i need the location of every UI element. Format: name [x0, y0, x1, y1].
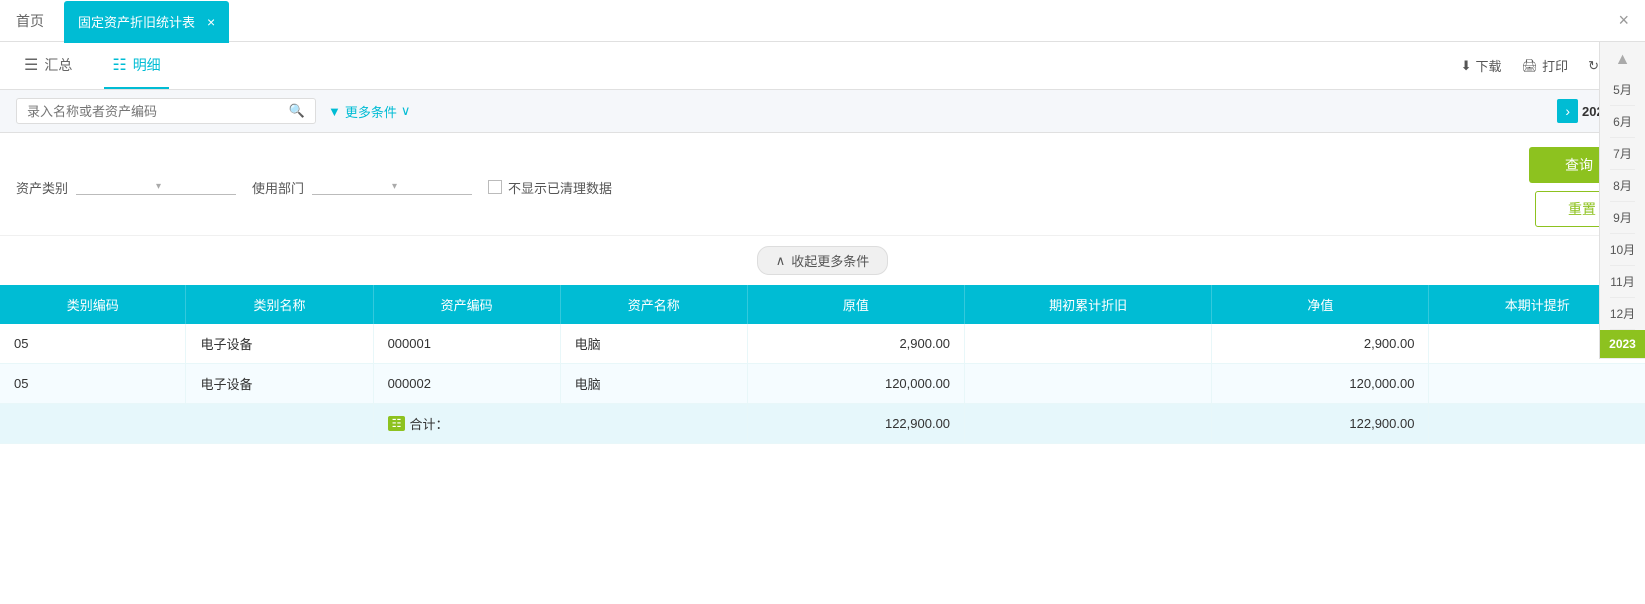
hide-cleared-checkbox[interactable]	[488, 180, 502, 194]
total-original-value: 122,900.00	[747, 404, 964, 444]
col-accumulated-depreciation: 期初累计折旧	[965, 285, 1212, 324]
date-arrow-button[interactable]: ›	[1557, 99, 1578, 123]
cell-category-code: 05	[0, 364, 186, 404]
col-net-value: 净值	[1212, 285, 1429, 324]
right-sidebar: ▲ 5月6月7月8月9月10月11月12月 2023	[1599, 42, 1645, 359]
collapse-icon: ∧	[776, 253, 786, 269]
table-body: 05 电子设备 000001 电脑 2,900.00 2,900.00 05 电…	[0, 324, 1645, 444]
search-bar: 🔍 ▼ 更多条件 ∨ › 2023.01	[0, 90, 1645, 133]
chevron-down-icon: ∨	[401, 103, 411, 119]
col-category-code: 类别编码	[0, 285, 186, 324]
total-row: ☷ 合计： 122,900.00 122,900.00	[0, 404, 1645, 444]
close-all-button[interactable]: ×	[1618, 10, 1629, 31]
cell-asset-code: 000001	[373, 324, 560, 364]
scroll-up-button[interactable]: ▲	[1600, 46, 1645, 74]
cell-original-value: 2,900.00	[747, 324, 964, 364]
collapse-label: 收起更多条件	[791, 251, 869, 270]
cell-original-value: 120,000.00	[747, 364, 964, 404]
total-accumulated-depreciation	[965, 404, 1212, 444]
active-tab-label: 固定资产折旧统计表	[78, 12, 195, 31]
cell-net-value: 120,000.00	[1212, 364, 1429, 404]
cell-net-value: 2,900.00	[1212, 324, 1429, 364]
nav-home[interactable]: 首页	[16, 11, 44, 31]
month-item[interactable]: 12月	[1610, 298, 1635, 330]
cell-category-name: 电子设备	[186, 364, 373, 404]
month-item[interactable]: 5月	[1610, 74, 1635, 106]
asset-category-select[interactable]: ▾	[76, 179, 236, 195]
download-button[interactable]: ⬇ 下载	[1461, 56, 1502, 75]
col-original-value: 原值	[747, 285, 964, 324]
col-category-name: 类别名称	[186, 285, 373, 324]
total-icon-cell	[0, 404, 373, 444]
cell-accumulated-depreciation	[965, 364, 1212, 404]
cell-category-code: 05	[0, 324, 186, 364]
tab-detail[interactable]: ☷ 明细	[104, 42, 168, 89]
search-icon: 🔍	[289, 103, 305, 119]
month-item[interactable]: 7月	[1610, 138, 1635, 170]
collapse-button[interactable]: ∧ 收起更多条件	[757, 246, 889, 275]
department-label: 使用部门	[252, 178, 304, 197]
filter-department: 使用部门 ▾	[252, 178, 472, 197]
cell-asset-name: 电脑	[560, 324, 747, 364]
more-conditions-button[interactable]: ▼ 更多条件 ∨	[328, 102, 410, 121]
print-label: 打印	[1542, 56, 1568, 75]
month-item[interactable]: 8月	[1610, 170, 1635, 202]
tab-summary-label: 汇总	[44, 55, 72, 75]
month-item[interactable]: 10月	[1610, 234, 1635, 266]
top-nav: 首页 固定资产折旧统计表 × ×	[0, 0, 1645, 42]
print-icon: 🖨	[1522, 58, 1539, 74]
search-input-wrap: 🔍	[16, 98, 316, 124]
cell-asset-name: 电脑	[560, 364, 747, 404]
download-icon: ⬇	[1461, 58, 1472, 74]
col-asset-code: 资产编码	[373, 285, 560, 324]
summary-icon: ☰	[24, 55, 38, 75]
asset-category-arrow-icon: ▾	[156, 181, 232, 192]
more-conditions-label: 更多条件	[345, 102, 397, 121]
filter-asset-category: 资产类别 ▾	[16, 178, 236, 197]
month-list: 5月6月7月8月9月10月11月12月	[1610, 74, 1635, 330]
hide-cleared-label: 不显示已清理数据	[508, 178, 612, 197]
department-arrow-icon: ▾	[392, 181, 468, 192]
total-label-cell: ☷ 合计：	[373, 404, 747, 444]
download-label: 下载	[1476, 56, 1502, 75]
month-item[interactable]: 6月	[1610, 106, 1635, 138]
search-input[interactable]	[27, 104, 283, 119]
sub-tabs: ☰ 汇总 ☷ 明细 ⬇ 下载 🖨 打印	[0, 42, 1645, 90]
content-area: ☰ 汇总 ☷ 明细 ⬇ 下载 🖨 打印	[0, 42, 1645, 604]
cell-category-name: 电子设备	[186, 324, 373, 364]
month-item[interactable]: 9月	[1610, 202, 1635, 234]
cell-current-depreciation	[1429, 364, 1645, 404]
print-button[interactable]: 🖨 打印	[1522, 56, 1569, 75]
year-badge[interactable]: 2023	[1600, 330, 1645, 359]
filter-area: 资产类别 ▾ 使用部门 ▾	[0, 133, 1645, 236]
total-badge: ☷	[388, 416, 406, 431]
department-select[interactable]: ▾	[312, 179, 472, 195]
layout: ☰ 汇总 ☷ 明细 ⬇ 下载 🖨 打印	[0, 42, 1645, 604]
cell-accumulated-depreciation	[965, 324, 1212, 364]
tab-summary[interactable]: ☰ 汇总	[16, 42, 80, 89]
table-row: 05 电子设备 000002 电脑 120,000.00 120,000.00	[0, 364, 1645, 404]
close-tab-button[interactable]: ×	[207, 14, 215, 30]
hide-cleared-field: 不显示已清理数据	[488, 178, 612, 197]
tab-detail-label: 明细	[133, 55, 161, 75]
cell-asset-code: 000002	[373, 364, 560, 404]
table-header-row: 类别编码 类别名称 资产编码 资产名称 原值 期初累计折旧 净值 本期计提折	[0, 285, 1645, 324]
data-table: 类别编码 类别名称 资产编码 资产名称 原值 期初累计折旧 净值 本期计提折 0…	[0, 285, 1645, 444]
detail-icon: ☷	[112, 55, 126, 75]
filter-row: 资产类别 ▾ 使用部门 ▾	[16, 147, 1629, 227]
asset-category-label: 资产类别	[16, 178, 68, 197]
collapse-row: ∧ 收起更多条件	[0, 236, 1645, 285]
total-current-depreciation	[1429, 404, 1645, 444]
total-net-value: 122,900.00	[1212, 404, 1429, 444]
month-item[interactable]: 11月	[1610, 266, 1635, 298]
filter-icon: ▼	[328, 104, 341, 119]
main-panel: ☰ 汇总 ☷ 明细 ⬇ 下载 🖨 打印	[0, 42, 1645, 604]
table-row: 05 电子设备 000001 电脑 2,900.00 2,900.00	[0, 324, 1645, 364]
refresh-icon: ↻	[1588, 58, 1599, 74]
table-header: 类别编码 类别名称 资产编码 资产名称 原值 期初累计折旧 净值 本期计提折	[0, 285, 1645, 324]
active-tab: 固定资产折旧统计表 ×	[64, 1, 229, 43]
col-asset-name: 资产名称	[560, 285, 747, 324]
